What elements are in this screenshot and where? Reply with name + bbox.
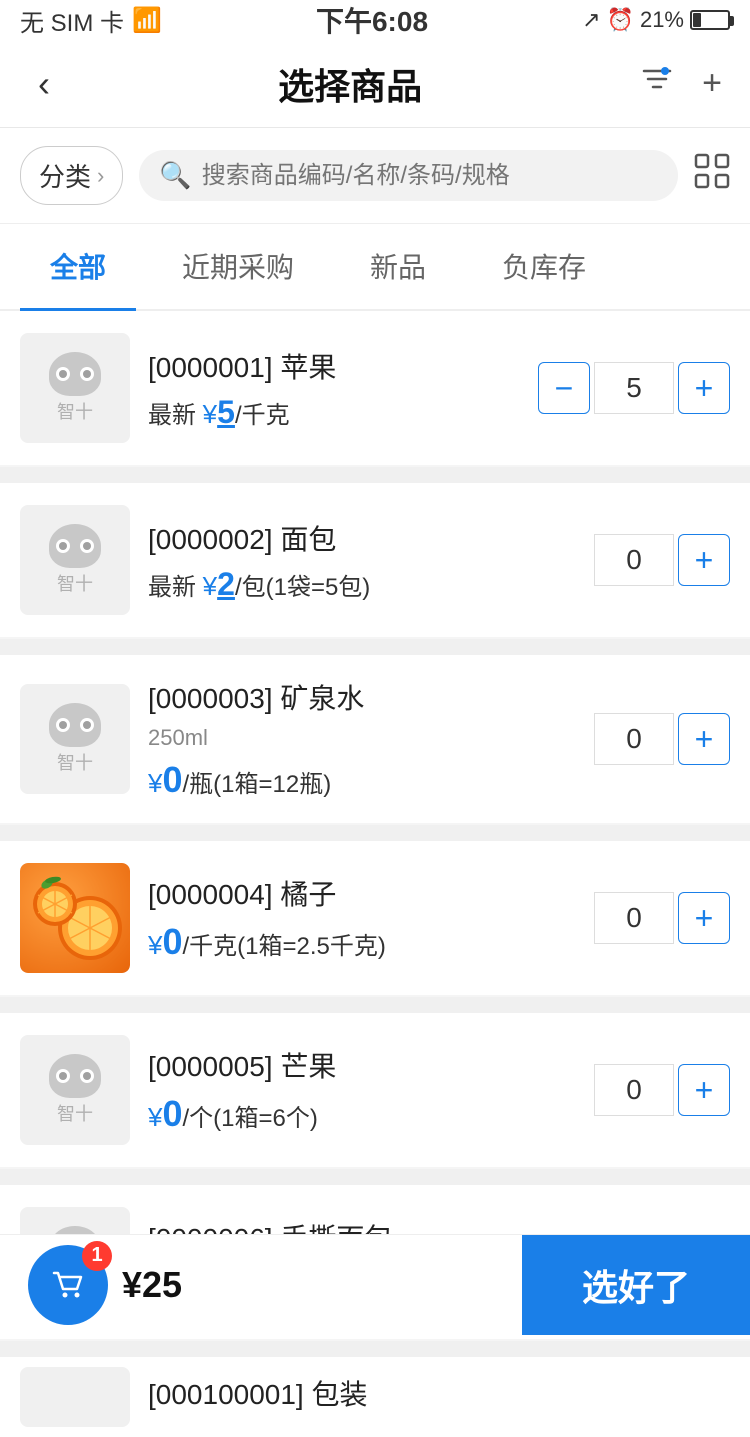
product-item-000100001: [000100001] 包装 — [0, 1357, 750, 1437]
battery-percent: 21% — [640, 7, 684, 33]
page-title: 选择商品 — [278, 58, 422, 110]
qty-plus-0000002[interactable]: + — [678, 534, 730, 586]
product-price-0000003: ¥0/瓶(1箱=12瓶) — [148, 759, 572, 801]
qty-input-0000005[interactable] — [594, 1064, 674, 1116]
category-button[interactable]: 分类 › — [20, 146, 123, 205]
product-thumb-0000002: 智十 — [20, 505, 130, 615]
qty-plus-0000001[interactable]: + — [678, 362, 730, 414]
owl-logo: 智十 — [49, 352, 101, 424]
qty-plus-0000003[interactable]: + — [678, 713, 730, 765]
owl-logo-2: 智十 — [49, 524, 101, 596]
nav-bar: ‹ 选择商品 + — [0, 40, 750, 128]
cart-section: 1 ¥25 — [0, 1245, 522, 1325]
qty-control-0000001: − + — [538, 362, 730, 414]
add-button[interactable]: + — [702, 64, 722, 103]
qty-input-0000002[interactable] — [594, 534, 674, 586]
owl-logo-3: 智十 — [49, 703, 101, 775]
confirm-button[interactable]: 选好了 — [522, 1235, 750, 1335]
qty-input-0000001[interactable] — [594, 362, 674, 414]
qty-minus-0000001[interactable]: − — [538, 362, 590, 414]
tab-recent[interactable]: 近期采购 — [152, 224, 324, 311]
carrier-text: 无 SIM 卡 — [20, 3, 124, 38]
back-button[interactable]: ‹ — [28, 53, 60, 115]
product-price-0000005: ¥0/个(1箱=6个) — [148, 1093, 572, 1135]
status-indicators: ↗ ⏰ 21% — [582, 7, 730, 33]
product-thumb-0000003: 智十 — [20, 684, 130, 794]
product-price-0000004: ¥0/千克(1箱=2.5千克) — [148, 921, 572, 963]
wifi-icon: 📶 — [132, 6, 162, 35]
product-name-0000004: [0000004] 橘子 — [148, 873, 572, 913]
product-item-0000005: 智十 [0000005] 芒果 ¥0/个(1箱=6个) + — [0, 1013, 750, 1167]
product-thumb-000100001 — [20, 1367, 130, 1427]
search-input[interactable] — [202, 162, 658, 190]
product-name-000100001: [000100001] 包装 — [148, 1373, 730, 1413]
qty-input-0000004[interactable] — [594, 892, 674, 944]
tab-bar: 全部 近期采购 新品 负库存 — [0, 224, 750, 311]
chevron-icon: › — [97, 163, 104, 189]
product-spec-0000003: 250ml — [148, 725, 572, 751]
product-info-0000003: [0000003] 矿泉水 250ml ¥0/瓶(1箱=12瓶) — [148, 677, 572, 801]
tab-negative[interactable]: 负库存 — [472, 224, 616, 311]
cart-total: ¥25 — [122, 1264, 182, 1306]
separator-3 — [0, 825, 750, 841]
product-item-0000003: 智十 [0000003] 矿泉水 250ml ¥0/瓶(1箱=12瓶) + — [0, 655, 750, 823]
product-thumb-0000005: 智十 — [20, 1035, 130, 1145]
cart-badge: 1 — [82, 1241, 112, 1271]
bottom-bar: 1 ¥25 选好了 — [0, 1234, 750, 1334]
product-item-0000004: [0000004] 橘子 ¥0/千克(1箱=2.5千克) + — [0, 841, 750, 995]
separator-2 — [0, 639, 750, 655]
product-thumb-0000004 — [20, 863, 130, 973]
product-item-0000001: 智十 [0000001] 苹果 最新 ¥5/千克 − + — [0, 311, 750, 465]
product-item-0000002: 智十 [0000002] 面包 最新 ¥2/包(1袋=5包) + — [0, 483, 750, 637]
location-icon: ↗ — [582, 7, 600, 33]
qty-control-0000003: + — [590, 713, 730, 765]
product-name-0000005: [0000005] 芒果 — [148, 1045, 572, 1085]
status-carrier: 无 SIM 卡 📶 — [20, 3, 162, 38]
product-price-0000001: 最新 ¥5/千克 — [148, 394, 520, 431]
filter-icon[interactable] — [640, 62, 674, 105]
qty-control-0000002: + — [590, 534, 730, 586]
product-info-000100001: [000100001] 包装 — [148, 1373, 730, 1421]
alarm-icon: ⏰ — [607, 7, 634, 33]
product-name-0000001: [0000001] 苹果 — [148, 346, 520, 386]
cart-icon-wrap[interactable]: 1 — [28, 1245, 108, 1325]
tab-all[interactable]: 全部 — [20, 224, 136, 311]
qty-input-0000003[interactable] — [594, 713, 674, 765]
battery-icon — [690, 10, 730, 30]
filter-bar: 分类 › 🔍 — [0, 128, 750, 224]
product-name-0000002: [0000002] 面包 — [148, 518, 572, 558]
category-label: 分类 — [39, 157, 91, 194]
qty-control-0000004: + — [590, 892, 730, 944]
qty-control-0000005: + — [590, 1064, 730, 1116]
tab-new[interactable]: 新品 — [340, 224, 456, 311]
product-price-0000002: 最新 ¥2/包(1袋=5包) — [148, 566, 572, 603]
product-info-0000004: [0000004] 橘子 ¥0/千克(1箱=2.5千克) — [148, 873, 572, 963]
scan-icon[interactable] — [694, 153, 730, 198]
qty-plus-0000004[interactable]: + — [678, 892, 730, 944]
search-wrap: 🔍 — [139, 150, 678, 201]
nav-actions: + — [640, 62, 722, 105]
orange-image — [20, 863, 130, 973]
separator-1 — [0, 467, 750, 483]
product-info-0000005: [0000005] 芒果 ¥0/个(1箱=6个) — [148, 1045, 572, 1135]
separator-5 — [0, 1169, 750, 1185]
product-name-0000003: [0000003] 矿泉水 — [148, 677, 572, 717]
search-icon: 🔍 — [159, 160, 191, 191]
status-bar: 无 SIM 卡 📶 下午6:08 ↗ ⏰ 21% — [0, 0, 750, 40]
qty-plus-0000005[interactable]: + — [678, 1064, 730, 1116]
product-info-0000001: [0000001] 苹果 最新 ¥5/千克 — [148, 346, 520, 431]
owl-logo-5: 智十 — [49, 1054, 101, 1126]
product-info-0000002: [0000002] 面包 最新 ¥2/包(1袋=5包) — [148, 518, 572, 603]
product-thumb-0000001: 智十 — [20, 333, 130, 443]
status-time: 下午6:08 — [316, 0, 428, 40]
separator-4 — [0, 997, 750, 1013]
separator-6 — [0, 1341, 750, 1357]
